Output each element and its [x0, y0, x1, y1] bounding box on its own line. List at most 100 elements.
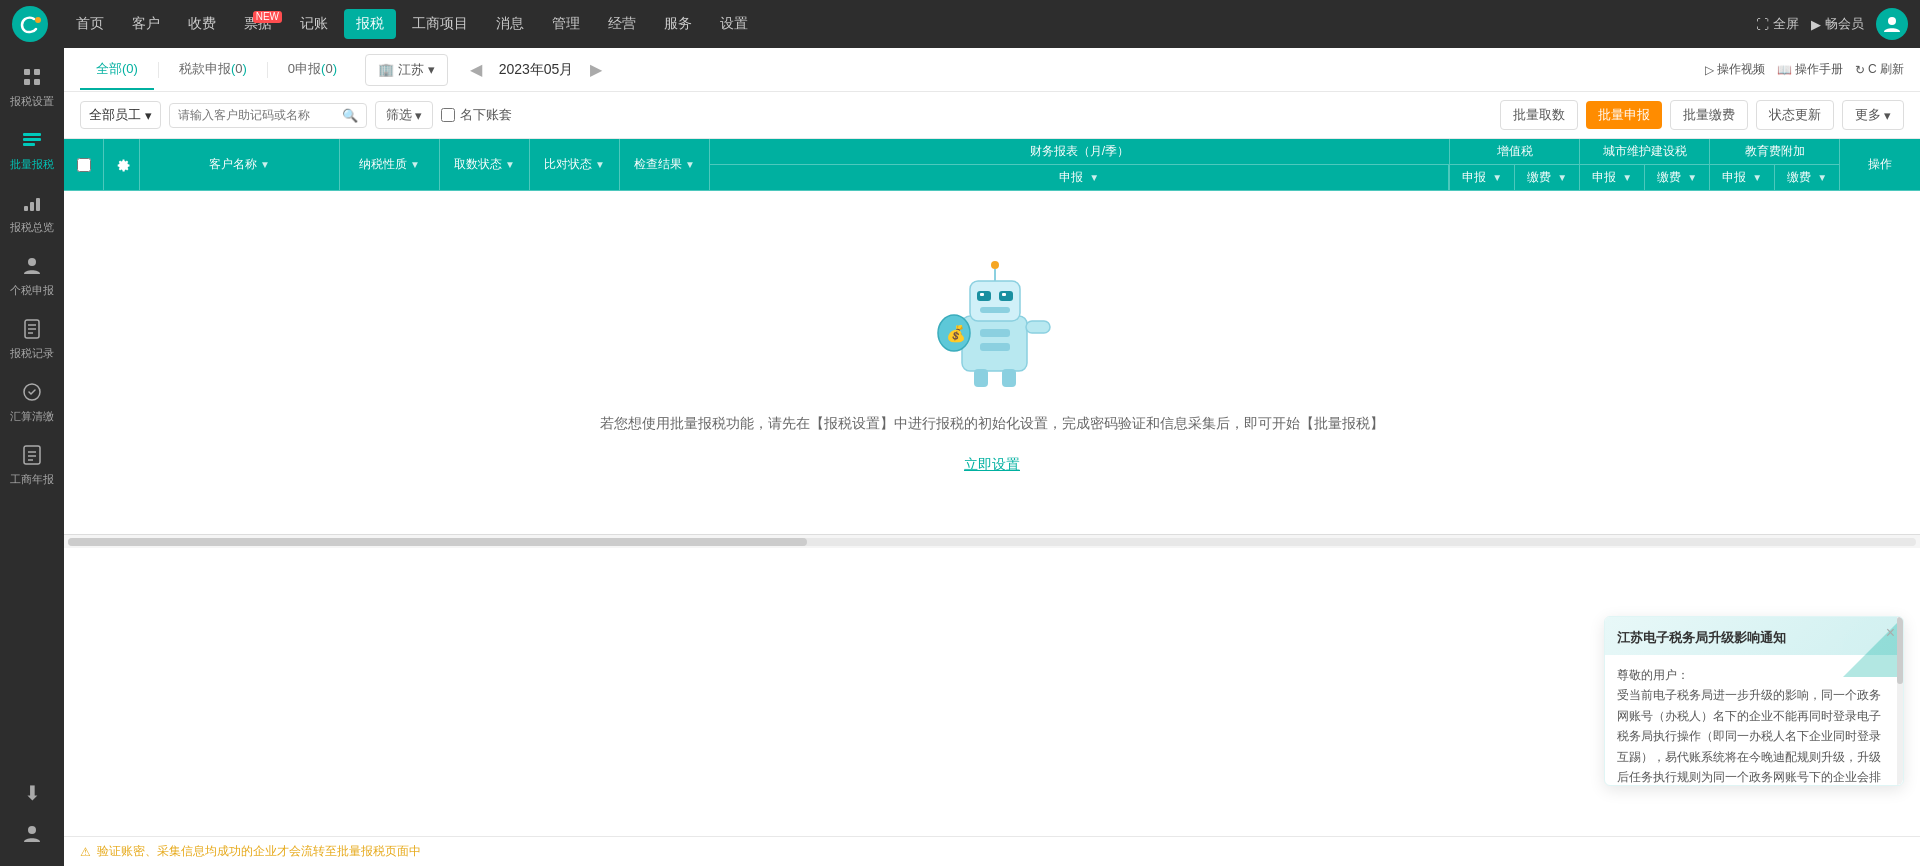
download-icon: ⬇ — [24, 783, 41, 803]
nav-message[interactable]: 消息 — [484, 9, 536, 39]
search-input[interactable] — [178, 108, 338, 122]
th-edu-group: 教育费附加 申报 ▼ 缴费 ▼ — [1710, 139, 1840, 190]
scrollbar-thumb[interactable] — [68, 538, 807, 546]
nav-invoice[interactable]: 票据 NEW — [232, 9, 284, 39]
th-edu-pay[interactable]: 缴费 ▼ — [1775, 165, 1839, 190]
svg-rect-27 — [999, 291, 1013, 301]
th-edu-declare[interactable]: 申报 ▼ — [1710, 165, 1775, 190]
filter-button[interactable]: 筛选 ▾ — [375, 101, 433, 129]
th-vat-group: 增值税 申报 ▼ 缴费 ▼ — [1450, 139, 1580, 190]
th-fetch-status[interactable]: 取数状态 ▼ — [440, 139, 530, 190]
th-financial-report-header: 财务报表（月/季） — [710, 139, 1449, 165]
nav-accounting[interactable]: 记账 — [288, 9, 340, 39]
app-logo[interactable] — [12, 6, 48, 42]
video-icon: ▷ — [1705, 63, 1714, 77]
svg-rect-7 — [23, 133, 41, 136]
svg-rect-40 — [980, 343, 1010, 351]
checkbox-input[interactable] — [441, 108, 455, 122]
employee-select[interactable]: 全部员工 ▾ — [80, 101, 161, 129]
month-display: 2023年05月 — [496, 61, 576, 79]
check-sort-icon: ▼ — [685, 159, 695, 170]
batch-pay-button[interactable]: 批量缴费 — [1670, 100, 1748, 130]
warning-icon: ⚠ — [80, 845, 91, 859]
operation-manual-button[interactable]: 📖 操作手册 — [1777, 61, 1843, 78]
province-icon: 🏢 — [378, 62, 394, 77]
sidebar-item-tax-settings[interactable]: 报税设置 — [0, 56, 64, 119]
refresh-button[interactable]: ↻ C 刷新 — [1855, 61, 1904, 78]
sidebar-item-annual-report[interactable]: 工商年报 — [0, 434, 64, 497]
th-financial-group: 财务报表（月/季） 申报 ▼ — [710, 139, 1450, 190]
th-client-name[interactable]: 客户名称 ▼ — [140, 139, 340, 190]
notification-text: 尊敬的用户： 受当前电子税务局进一步升级的影响，同一个政务网账号（办税人）名下的… — [1617, 665, 1891, 785]
notif-scrollbar-thumb[interactable] — [1897, 617, 1903, 684]
tab-divider-2 — [267, 62, 268, 78]
status-update-button[interactable]: 状态更新 — [1756, 100, 1834, 130]
tab-tax-declare[interactable]: 税款申报(0) — [163, 50, 263, 90]
sidebar-item-tax-record[interactable]: 报税记录 — [0, 308, 64, 371]
th-city-pay[interactable]: 缴费 ▼ — [1645, 165, 1709, 190]
search-icon[interactable]: 🔍 — [342, 108, 358, 123]
nav-operation[interactable]: 经营 — [596, 9, 648, 39]
th-check-result[interactable]: 检查结果 ▼ — [620, 139, 710, 190]
nav-service[interactable]: 服务 — [652, 9, 704, 39]
th-city-declare[interactable]: 申报 ▼ — [1580, 165, 1645, 190]
batch-fetch-button[interactable]: 批量取数 — [1500, 100, 1578, 130]
sidebar-item-tax-overview[interactable]: 报税总览 — [0, 182, 64, 245]
nav-tax[interactable]: 报税 — [344, 9, 396, 39]
user-icon — [21, 823, 43, 848]
sidebar-item-personal-tax[interactable]: 个税申报 — [0, 245, 64, 308]
th-financial-declare[interactable]: 申报 ▼ — [710, 165, 1449, 190]
notification-close-button[interactable]: × — [1886, 625, 1895, 641]
horizontal-scrollbar[interactable] — [64, 534, 1920, 548]
search-box: 🔍 — [169, 103, 367, 128]
annual-report-icon — [21, 444, 43, 469]
setup-link[interactable]: 立即设置 — [964, 456, 1020, 474]
svg-point-2 — [1888, 17, 1896, 25]
th-vat-pay[interactable]: 缴费 ▼ — [1515, 165, 1579, 190]
tab-bar-right: ▷ 操作视频 📖 操作手册 ↻ C 刷新 — [1705, 61, 1904, 78]
th-checkbox[interactable] — [64, 139, 104, 190]
more-arrow-icon: ▾ — [1884, 108, 1891, 123]
settlement-label: 汇算清缴 — [10, 409, 54, 424]
new-badge: NEW — [253, 11, 282, 23]
operation-video-button[interactable]: ▷ 操作视频 — [1705, 61, 1765, 78]
fullscreen-button[interactable]: ⛶ 全屏 — [1756, 15, 1799, 33]
batch-declare-button[interactable]: 批量申报 — [1586, 101, 1662, 129]
th-city-sub: 申报 ▼ 缴费 ▼ — [1580, 165, 1709, 190]
fetch-sort-icon: ▼ — [505, 159, 515, 170]
more-button[interactable]: 更多 ▾ — [1842, 100, 1904, 130]
fullscreen-icon: ⛶ — [1756, 17, 1769, 32]
th-gear[interactable] — [104, 139, 140, 190]
sidebar-item-user[interactable] — [17, 813, 47, 858]
personal-tax-icon — [21, 255, 43, 280]
svg-point-0 — [12, 6, 48, 42]
sidebar-item-batch-tax[interactable]: 批量报税 — [0, 119, 64, 182]
nav-billing[interactable]: 收费 — [176, 9, 228, 39]
select-all-checkbox[interactable] — [77, 158, 91, 172]
subordinate-accounts-checkbox[interactable]: 名下账套 — [441, 106, 512, 124]
tab-all[interactable]: 全部(0) — [80, 50, 154, 90]
nav-settings[interactable]: 设置 — [708, 9, 760, 39]
province-selector[interactable]: 🏢 江苏 ▾ — [365, 54, 448, 86]
nav-manage[interactable]: 管理 — [540, 9, 592, 39]
status-text: 验证账密、采集信息均成功的企业才会流转至批量报税页面中 — [97, 843, 421, 860]
nav-home[interactable]: 首页 — [64, 9, 116, 39]
svg-rect-8 — [23, 138, 41, 141]
th-vat-declare[interactable]: 申报 ▼ — [1450, 165, 1515, 190]
th-operation: 操作 — [1840, 139, 1920, 190]
th-taxpay-type[interactable]: 纳税性质 ▼ — [340, 139, 440, 190]
prev-month-button[interactable]: ◀ — [464, 58, 488, 82]
svg-point-13 — [28, 258, 36, 266]
th-compare-status[interactable]: 比对状态 ▼ — [530, 139, 620, 190]
th-vat-sub: 申报 ▼ 缴费 ▼ — [1450, 165, 1579, 190]
next-month-button[interactable]: ▶ — [584, 58, 608, 82]
taxpay-sort-icon: ▼ — [410, 159, 420, 170]
tab-zero-declare[interactable]: 0申报(0) — [272, 50, 353, 90]
svg-rect-25 — [970, 281, 1020, 321]
sidebar-item-settlement[interactable]: 汇算清缴 — [0, 371, 64, 434]
member-button[interactable]: ▶ 畅会员 — [1811, 15, 1864, 33]
nav-business[interactable]: 工商项目 — [400, 9, 480, 39]
nav-customer[interactable]: 客户 — [120, 9, 172, 39]
user-avatar[interactable] — [1876, 8, 1908, 40]
sidebar-item-download[interactable]: ⬇ — [17, 773, 47, 813]
